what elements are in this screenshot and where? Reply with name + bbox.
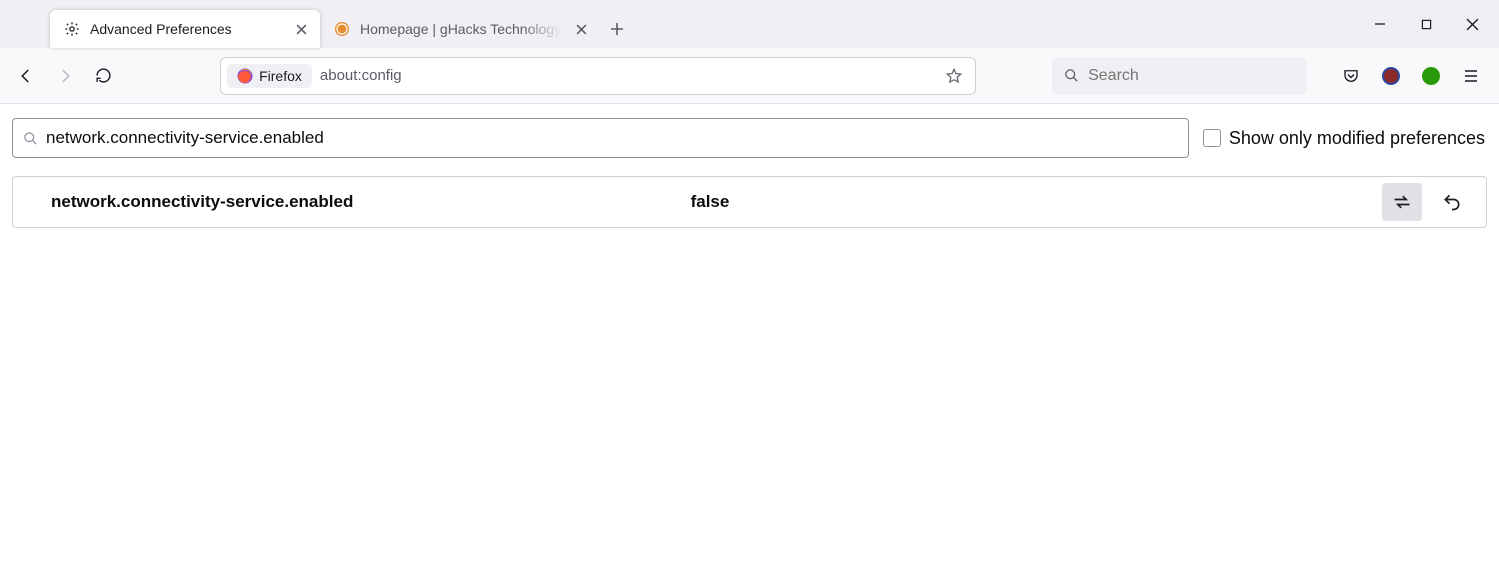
- url-bar[interactable]: Firefox about:config: [220, 57, 976, 95]
- window-controls: [1357, 0, 1495, 48]
- profile-avatar-icon: [1422, 67, 1440, 85]
- checkbox-icon: [1203, 129, 1221, 147]
- toggle-icon: [1392, 192, 1412, 212]
- bookmark-star-button[interactable]: [939, 61, 969, 91]
- window-minimize-button[interactable]: [1357, 5, 1403, 43]
- firefox-icon: [237, 68, 253, 84]
- tab-title: Advanced Preferences: [90, 21, 282, 37]
- preference-search-input[interactable]: [46, 128, 1178, 148]
- undo-icon: [1442, 192, 1462, 212]
- preference-value: false: [691, 192, 1382, 212]
- navigation-toolbar: Firefox about:config: [0, 48, 1499, 104]
- tab-bar: Advanced Preferences Homepage | gHacks T…: [0, 0, 1499, 48]
- tab-ghacks-homepage[interactable]: Homepage | gHacks Technology News: [320, 10, 600, 48]
- back-button[interactable]: [10, 59, 43, 93]
- about-config-content: Show only modified preferences network.c…: [0, 104, 1499, 242]
- toolbar-right: [1333, 59, 1489, 93]
- search-input[interactable]: [1088, 67, 1295, 85]
- ghacks-icon: [334, 21, 350, 37]
- reset-button[interactable]: [1432, 183, 1472, 221]
- search-icon: [1064, 68, 1079, 83]
- gear-icon: [64, 21, 80, 37]
- search-icon: [23, 131, 38, 146]
- identity-label: Firefox: [259, 68, 302, 84]
- show-modified-checkbox[interactable]: Show only modified preferences: [1203, 128, 1487, 149]
- reload-button[interactable]: [87, 59, 120, 93]
- window-close-button[interactable]: [1449, 5, 1495, 43]
- search-bar[interactable]: [1052, 57, 1307, 95]
- filter-row: Show only modified preferences: [12, 118, 1487, 158]
- identity-box[interactable]: Firefox: [227, 64, 312, 88]
- profile-button[interactable]: [1413, 59, 1449, 93]
- show-modified-label: Show only modified preferences: [1229, 128, 1485, 149]
- ublock-button[interactable]: [1373, 59, 1409, 93]
- url-text: about:config: [320, 67, 939, 84]
- preference-name: network.connectivity-service.enabled: [13, 192, 691, 212]
- preference-actions: [1382, 183, 1486, 221]
- tab-title: Homepage | gHacks Technology News: [360, 21, 562, 37]
- window-maximize-button[interactable]: [1403, 5, 1449, 43]
- preference-table: network.connectivity-service.enabled fal…: [12, 176, 1487, 228]
- preference-row[interactable]: network.connectivity-service.enabled fal…: [13, 177, 1486, 227]
- tab-advanced-preferences[interactable]: Advanced Preferences: [50, 10, 320, 48]
- close-icon[interactable]: [292, 20, 310, 38]
- toggle-button[interactable]: [1382, 183, 1422, 221]
- preference-search-box[interactable]: [12, 118, 1189, 158]
- app-menu-button[interactable]: [1453, 59, 1489, 93]
- forward-button[interactable]: [49, 59, 82, 93]
- pocket-button[interactable]: [1333, 59, 1369, 93]
- close-icon[interactable]: [572, 20, 590, 38]
- new-tab-button[interactable]: [600, 10, 634, 48]
- shield-icon: [1382, 67, 1400, 85]
